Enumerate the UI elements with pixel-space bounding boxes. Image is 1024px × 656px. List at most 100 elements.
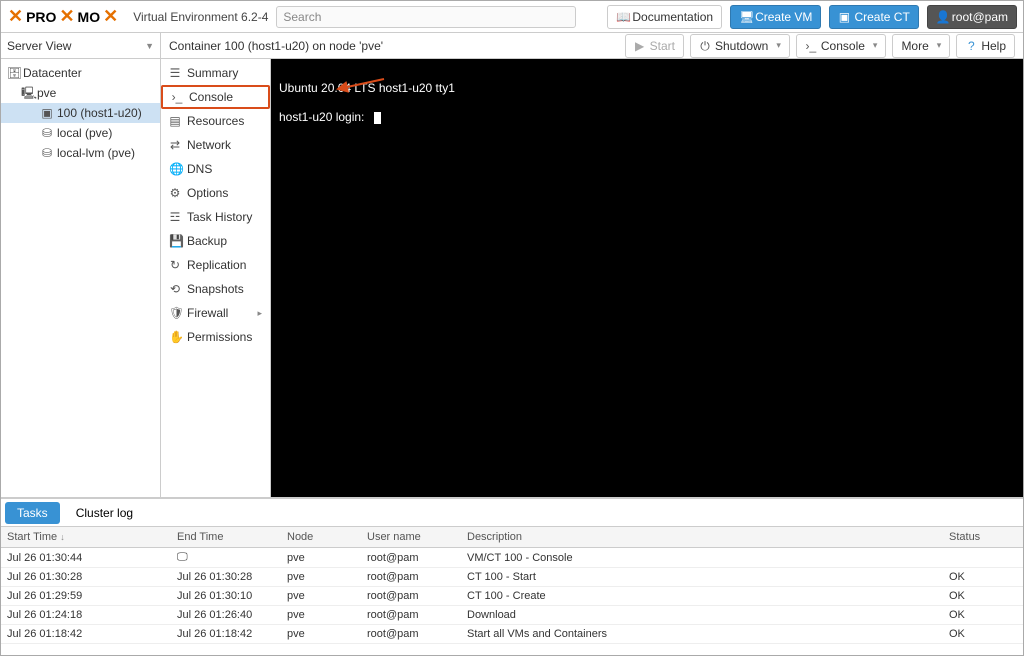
content-title: Container 100 (host1-u20) on node 'pve' xyxy=(169,39,383,53)
cell-end: Jul 26 01:30:28 xyxy=(171,568,281,587)
tab-replication[interactable]: ↻Replication xyxy=(161,253,270,277)
tab-snapshots[interactable]: ⟲Snapshots xyxy=(161,277,270,301)
logo-x-icon: ✕ xyxy=(8,6,23,27)
col-status[interactable]: Status xyxy=(943,527,1023,548)
search-input[interactable]: Search xyxy=(276,6,576,28)
tab-task-history[interactable]: ☲Task History xyxy=(161,205,270,229)
node-icon: 🖳 xyxy=(21,87,33,99)
cell-status: OK xyxy=(943,625,1023,644)
start-button[interactable]: ▶Start xyxy=(625,34,684,58)
cell-user: root@pam xyxy=(361,548,461,568)
replication-icon: ↻ xyxy=(169,259,181,271)
cell-node: pve xyxy=(281,587,361,606)
version-text: Virtual Environment 6.2-4 xyxy=(133,10,268,24)
table-row[interactable]: Jul 26 01:18:42Jul 26 01:18:42pveroot@pa… xyxy=(1,625,1023,644)
cell-desc: CT 100 - Start xyxy=(461,568,943,587)
tab-resources[interactable]: ▤Resources xyxy=(161,109,270,133)
tree-node-pve[interactable]: 🖳pve xyxy=(1,83,160,103)
cell-end: Jul 26 01:18:42 xyxy=(171,625,281,644)
history-icon: ☲ xyxy=(169,211,181,223)
cell-desc: Start all VMs and Containers xyxy=(461,625,943,644)
cell-desc: VM/CT 100 - Console xyxy=(461,548,943,568)
tab-dns[interactable]: 🌐DNS xyxy=(161,157,270,181)
tree-ct-100[interactable]: ▣100 (host1-u20) xyxy=(1,103,160,123)
table-row[interactable]: Jul 26 01:29:59Jul 26 01:30:10pveroot@pa… xyxy=(1,587,1023,606)
globe-icon: 🌐 xyxy=(169,163,181,175)
gear-icon: ⚙ xyxy=(169,187,181,199)
tree-storage-local[interactable]: ⛁local (pve) xyxy=(1,123,160,143)
more-button[interactable]: More▾ xyxy=(892,34,950,58)
chevron-right-icon: ▸ xyxy=(257,308,262,319)
user-icon: 👤 xyxy=(936,11,948,23)
col-description[interactable]: Description xyxy=(461,527,943,548)
topbar: ✕ PRO ✕ MO ✕ Virtual Environment 6.2-4 S… xyxy=(1,1,1023,33)
server-icon: 🗄 xyxy=(7,67,19,79)
cell-node: pve xyxy=(281,625,361,644)
console-button[interactable]: ›_Console▾ xyxy=(796,34,887,58)
col-user[interactable]: User name xyxy=(361,527,461,548)
table-row[interactable]: Jul 26 01:24:18Jul 26 01:26:40pveroot@pa… xyxy=(1,606,1023,625)
logo-text-pro: PRO xyxy=(26,9,56,25)
documentation-button[interactable]: 📖Documentation xyxy=(607,5,722,29)
task-table: Start Time ↓ End Time Node User name Des… xyxy=(1,527,1023,655)
shutdown-button[interactable]: ⏻Shutdown▾ xyxy=(690,34,790,58)
logo-text-mo: MO xyxy=(78,9,101,25)
resource-tree-panel: Server View▼ 🗄Datacenter 🖳pve ▣100 (host… xyxy=(1,33,161,497)
play-icon: ▶ xyxy=(634,40,646,52)
cube-icon: ▣ xyxy=(838,11,850,23)
chevron-down-icon: ▾ xyxy=(873,40,878,51)
tab-options[interactable]: ⚙Options xyxy=(161,181,270,205)
storage-icon: ⛁ xyxy=(41,127,53,139)
log-tab-cluster[interactable]: Cluster log xyxy=(64,502,145,524)
log-tab-tasks[interactable]: Tasks xyxy=(5,502,60,524)
power-icon: ⏻ xyxy=(699,40,711,52)
chevron-down-icon: ▾ xyxy=(776,40,781,51)
chevron-down-icon: ▼ xyxy=(145,41,154,51)
user-button[interactable]: 👤root@pam xyxy=(927,5,1017,29)
save-icon: 💾 xyxy=(169,235,181,247)
cell-node: pve xyxy=(281,548,361,568)
create-ct-button[interactable]: ▣Create CT xyxy=(829,5,918,29)
tab-backup[interactable]: 💾Backup xyxy=(161,229,270,253)
cell-desc: CT 100 - Create xyxy=(461,587,943,606)
cell-user: root@pam xyxy=(361,606,461,625)
terminal-icon: ›_ xyxy=(805,40,817,52)
cell-start: Jul 26 01:30:44 xyxy=(1,548,171,568)
table-row[interactable]: Jul 26 01:30:44 🖵 pveroot@pamVM/CT 100 - C… xyxy=(1,548,1023,568)
tab-permissions[interactable]: ✋Permissions xyxy=(161,325,270,349)
col-end-time[interactable]: End Time xyxy=(171,527,281,548)
cell-status: OK xyxy=(943,587,1023,606)
tree-storage-local-lvm[interactable]: ⛁local-lvm (pve) xyxy=(1,143,160,163)
cell-start: Jul 26 01:29:59 xyxy=(1,587,171,606)
create-vm-button[interactable]: 🖥Create VM xyxy=(730,5,821,29)
console-terminal[interactable]: Ubuntu 20.04 LTS host1-u20 tty1 host1-u2… xyxy=(271,59,1023,497)
running-icon: 🖵 xyxy=(177,551,188,563)
terminal-icon: ›_ xyxy=(171,91,183,103)
help-icon: ? xyxy=(965,40,977,52)
sort-down-icon: ↓ xyxy=(60,532,65,542)
cell-status: OK xyxy=(943,606,1023,625)
list-icon: ☰ xyxy=(169,67,181,79)
cell-user: root@pam xyxy=(361,587,461,606)
snapshot-icon: ⟲ xyxy=(169,283,181,295)
tab-firewall[interactable]: 🛡Firewall▸ xyxy=(161,301,270,325)
table-header-row: Start Time ↓ End Time Node User name Des… xyxy=(1,527,1023,548)
content-header: Container 100 (host1-u20) on node 'pve' … xyxy=(161,33,1023,59)
cell-start: Jul 26 01:30:28 xyxy=(1,568,171,587)
help-button[interactable]: ?Help xyxy=(956,34,1015,58)
tab-summary[interactable]: ☰Summary xyxy=(161,61,270,85)
col-node[interactable]: Node xyxy=(281,527,361,548)
content-body: ☰Summary ›_Console ▤Resources ⇄Network 🌐… xyxy=(161,59,1023,497)
cell-end: 🖵 xyxy=(171,548,281,568)
tab-console[interactable]: ›_Console xyxy=(161,85,270,109)
table-row[interactable]: Jul 26 01:30:28Jul 26 01:30:28pveroot@pa… xyxy=(1,568,1023,587)
view-selector[interactable]: Server View▼ xyxy=(1,33,160,59)
cell-start: Jul 26 01:24:18 xyxy=(1,606,171,625)
side-tabs: ☰Summary ›_Console ▤Resources ⇄Network 🌐… xyxy=(161,59,271,497)
tree-datacenter[interactable]: 🗄Datacenter xyxy=(1,63,160,83)
chevron-down-icon: ▾ xyxy=(937,40,942,51)
container-icon: ▣ xyxy=(41,107,53,119)
tab-network[interactable]: ⇄Network xyxy=(161,133,270,157)
col-start-time[interactable]: Start Time ↓ xyxy=(1,527,171,548)
cell-status: OK xyxy=(943,568,1023,587)
